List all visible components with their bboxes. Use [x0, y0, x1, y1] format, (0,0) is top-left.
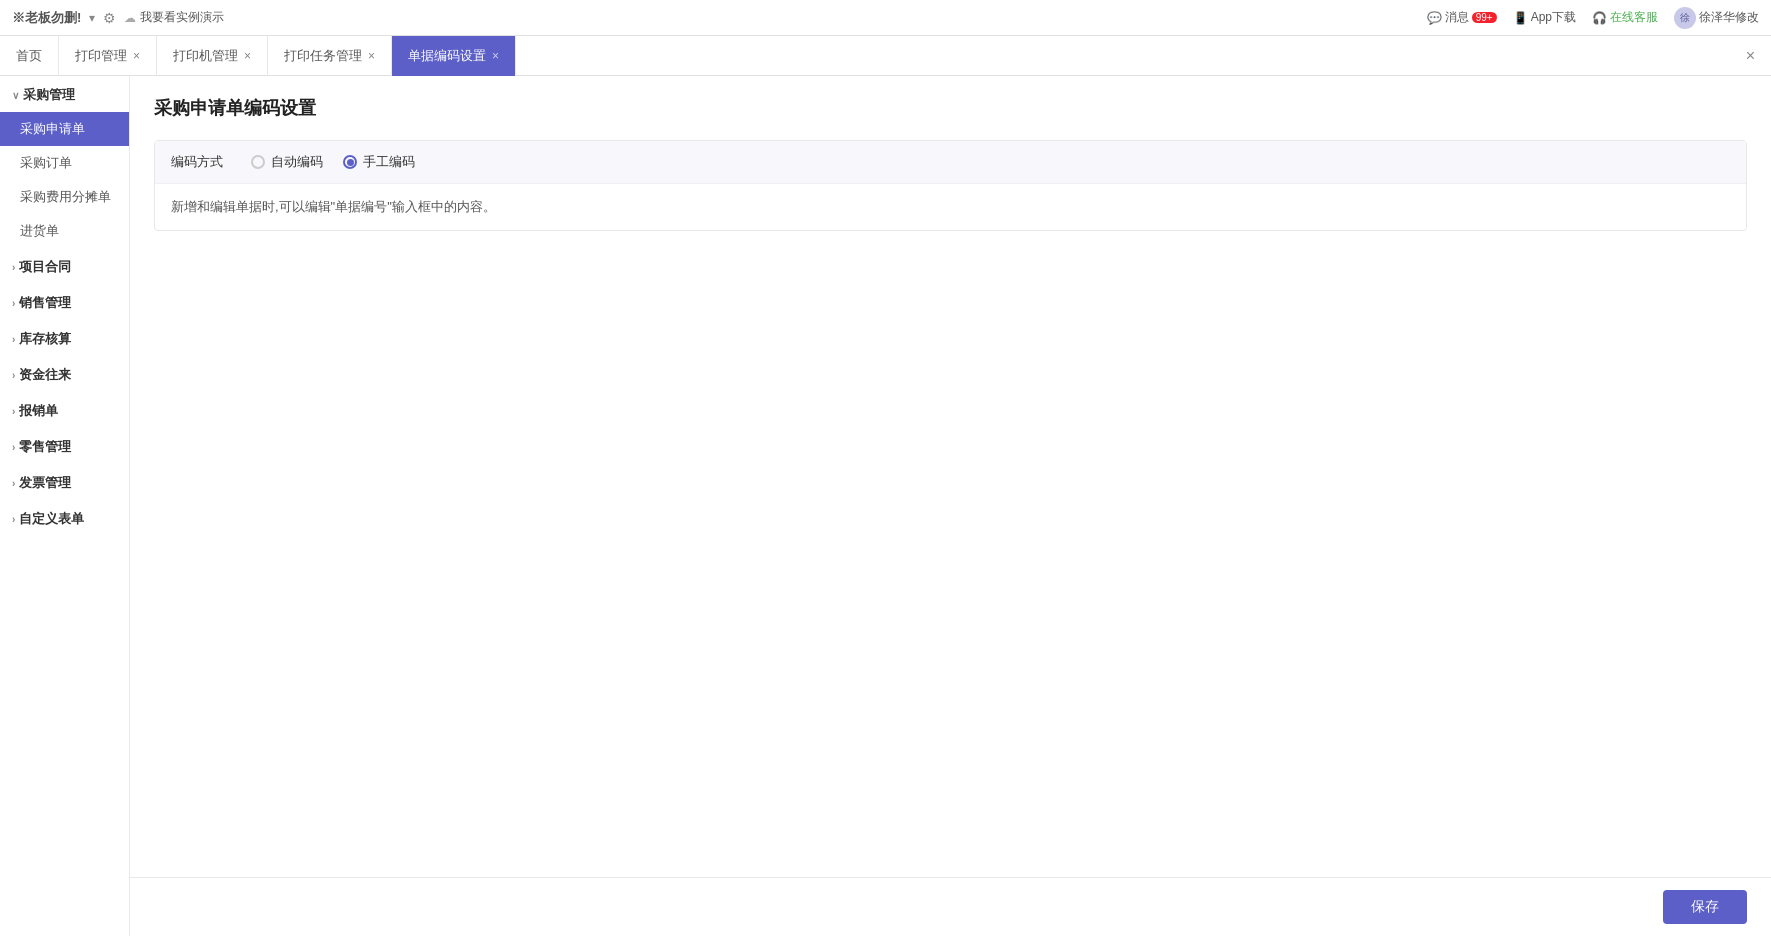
content-area: 采购申请单编码设置 编码方式 自动编码 手工编码 — [130, 76, 1771, 936]
radio-auto-label: 自动编码 — [271, 153, 323, 171]
sidebar-group-project[interactable]: › 项目合同 — [0, 248, 129, 284]
tab-barcode-setting-close[interactable]: × — [492, 49, 499, 63]
encoding-row: 编码方式 自动编码 手工编码 — [155, 141, 1746, 184]
radio-manual-circle — [343, 155, 357, 169]
sidebar-group-inventory[interactable]: › 库存核算 — [0, 320, 129, 356]
sidebar-item-purchase-receipt[interactable]: 进货单 — [0, 214, 129, 248]
demo-button[interactable]: ☁ 我要看实例演示 — [124, 9, 224, 26]
sidebar-item-purchase-receipt-label: 进货单 — [20, 223, 59, 238]
tab-printer-mgmt-close[interactable]: × — [244, 49, 251, 63]
sidebar-group-sales[interactable]: › 销售管理 — [0, 284, 129, 320]
gear-icon[interactable]: ⚙ — [103, 10, 116, 26]
tab-print-task-close[interactable]: × — [368, 49, 375, 63]
sidebar: ∨ 采购管理 采购申请单 采购订单 采购费用分摊单 进货单 › 项目合同 › 销… — [0, 76, 130, 936]
service-label: 在线客服 — [1610, 9, 1658, 26]
radio-auto-circle — [251, 155, 265, 169]
chevron-right-icon-custom: › — [12, 514, 15, 525]
top-bar-right: 💬 消息 99+ 📱 App下载 🎧 在线客服 徐 徐泽华修改 — [1427, 7, 1759, 29]
sidebar-group-custom-label: 自定义表单 — [19, 510, 84, 528]
sidebar-group-purchase-title[interactable]: ∨ 采购管理 — [0, 76, 129, 112]
sidebar-group-custom[interactable]: › 自定义表单 — [0, 500, 129, 536]
tab-bar: 首页 打印管理 × 打印机管理 × 打印任务管理 × 单据编码设置 × × — [0, 36, 1771, 76]
tab-printer-mgmt-label: 打印机管理 — [173, 47, 238, 65]
avatar: 徐 — [1674, 7, 1696, 29]
sidebar-item-purchase-expense-label: 采购费用分摊单 — [20, 189, 111, 204]
tab-print-mgmt-label: 打印管理 — [75, 47, 127, 65]
sidebar-item-purchase-request[interactable]: 采购申请单 — [0, 112, 129, 146]
radio-manual-encoding[interactable]: 手工编码 — [343, 153, 415, 171]
sidebar-group-invoice-label: 发票管理 — [19, 474, 71, 492]
encoding-section: 编码方式 自动编码 手工编码 新增和编辑单据时,可以编辑"单据编号"输入框中的内 — [154, 140, 1747, 231]
chevron-right-icon-inventory: › — [12, 334, 15, 345]
user-button[interactable]: 徐 徐泽华修改 — [1674, 7, 1759, 29]
app-download-button[interactable]: 📱 App下载 — [1513, 9, 1576, 26]
app-label: App下载 — [1531, 9, 1576, 26]
chevron-right-icon-invoice: › — [12, 478, 15, 489]
sidebar-group-retail[interactable]: › 零售管理 — [0, 428, 129, 464]
main-layout: ∨ 采购管理 采购申请单 采购订单 采购费用分摊单 进货单 › 项目合同 › 销… — [0, 76, 1771, 936]
chevron-right-icon-retail: › — [12, 442, 15, 453]
brand-label: ※老板勿删! — [12, 9, 81, 27]
chevron-right-icon-returns: › — [12, 406, 15, 417]
tab-barcode-setting[interactable]: 单据编码设置 × — [392, 36, 516, 76]
online-service-button[interactable]: 🎧 在线客服 — [1592, 9, 1658, 26]
message-button[interactable]: 💬 消息 99+ — [1427, 9, 1497, 26]
encoding-hint: 新增和编辑单据时,可以编辑"单据编号"输入框中的内容。 — [155, 184, 1746, 230]
tab-home[interactable]: 首页 — [0, 36, 59, 76]
tab-printer-mgmt[interactable]: 打印机管理 × — [157, 36, 268, 76]
chevron-right-icon-funds: › — [12, 370, 15, 381]
sidebar-group-returns[interactable]: › 报销单 — [0, 392, 129, 428]
encoding-radio-group: 自动编码 手工编码 — [251, 153, 415, 171]
hint-text-content: 新增和编辑单据时,可以编辑"单据编号"输入框中的内容。 — [171, 199, 496, 214]
sidebar-group-inventory-label: 库存核算 — [19, 330, 71, 348]
content-footer: 保存 — [130, 877, 1771, 936]
tab-print-mgmt[interactable]: 打印管理 × — [59, 36, 157, 76]
sidebar-group-funds-label: 资金往来 — [19, 366, 71, 384]
sidebar-group-returns-label: 报销单 — [19, 402, 58, 420]
sidebar-item-purchase-request-label: 采购申请单 — [20, 121, 85, 136]
encoding-label: 编码方式 — [171, 153, 251, 171]
demo-label: 我要看实例演示 — [140, 9, 224, 26]
message-icon: 💬 — [1427, 11, 1442, 25]
headset-icon: 🎧 — [1592, 11, 1607, 25]
content-spacer — [130, 497, 1771, 878]
radio-manual-label: 手工编码 — [363, 153, 415, 171]
page-title: 采购申请单编码设置 — [154, 96, 1747, 120]
app-icon: 📱 — [1513, 11, 1528, 25]
sidebar-group-invoice[interactable]: › 发票管理 — [0, 464, 129, 500]
top-bar-left: ※老板勿删! ▾ ⚙ ☁ 我要看实例演示 — [12, 9, 224, 27]
tab-print-mgmt-close[interactable]: × — [133, 49, 140, 63]
cloud-icon: ☁ — [124, 11, 136, 25]
sidebar-group-retail-label: 零售管理 — [19, 438, 71, 456]
content-inner: 采购申请单编码设置 编码方式 自动编码 手工编码 — [130, 76, 1771, 497]
tab-barcode-setting-label: 单据编码设置 — [408, 47, 486, 65]
sidebar-item-purchase-order-label: 采购订单 — [20, 155, 72, 170]
message-badge: 99+ — [1472, 12, 1497, 23]
dropdown-icon[interactable]: ▾ — [89, 11, 95, 25]
top-bar: ※老板勿删! ▾ ⚙ ☁ 我要看实例演示 💬 消息 99+ 📱 App下载 🎧 … — [0, 0, 1771, 36]
tab-home-label: 首页 — [16, 47, 42, 65]
chevron-right-icon-project: › — [12, 262, 15, 273]
sidebar-item-purchase-expense[interactable]: 采购费用分摊单 — [0, 180, 129, 214]
tab-print-task[interactable]: 打印任务管理 × — [268, 36, 392, 76]
sidebar-group-purchase-label: 采购管理 — [23, 86, 75, 104]
sidebar-group-funds[interactable]: › 资金往来 — [0, 356, 129, 392]
message-label: 消息 — [1445, 9, 1469, 26]
sidebar-group-sales-label: 销售管理 — [19, 294, 71, 312]
save-button[interactable]: 保存 — [1663, 890, 1747, 924]
chevron-down-icon: ∨ — [12, 90, 19, 101]
chevron-right-icon-sales: › — [12, 298, 15, 309]
user-name: 徐泽华修改 — [1699, 9, 1759, 26]
sidebar-group-purchase: ∨ 采购管理 采购申请单 采购订单 采购费用分摊单 进货单 — [0, 76, 129, 248]
sidebar-group-project-label: 项目合同 — [19, 258, 71, 276]
tab-bar-close-button[interactable]: × — [1730, 47, 1771, 65]
sidebar-item-purchase-order[interactable]: 采购订单 — [0, 146, 129, 180]
radio-auto-encoding[interactable]: 自动编码 — [251, 153, 323, 171]
tab-print-task-label: 打印任务管理 — [284, 47, 362, 65]
